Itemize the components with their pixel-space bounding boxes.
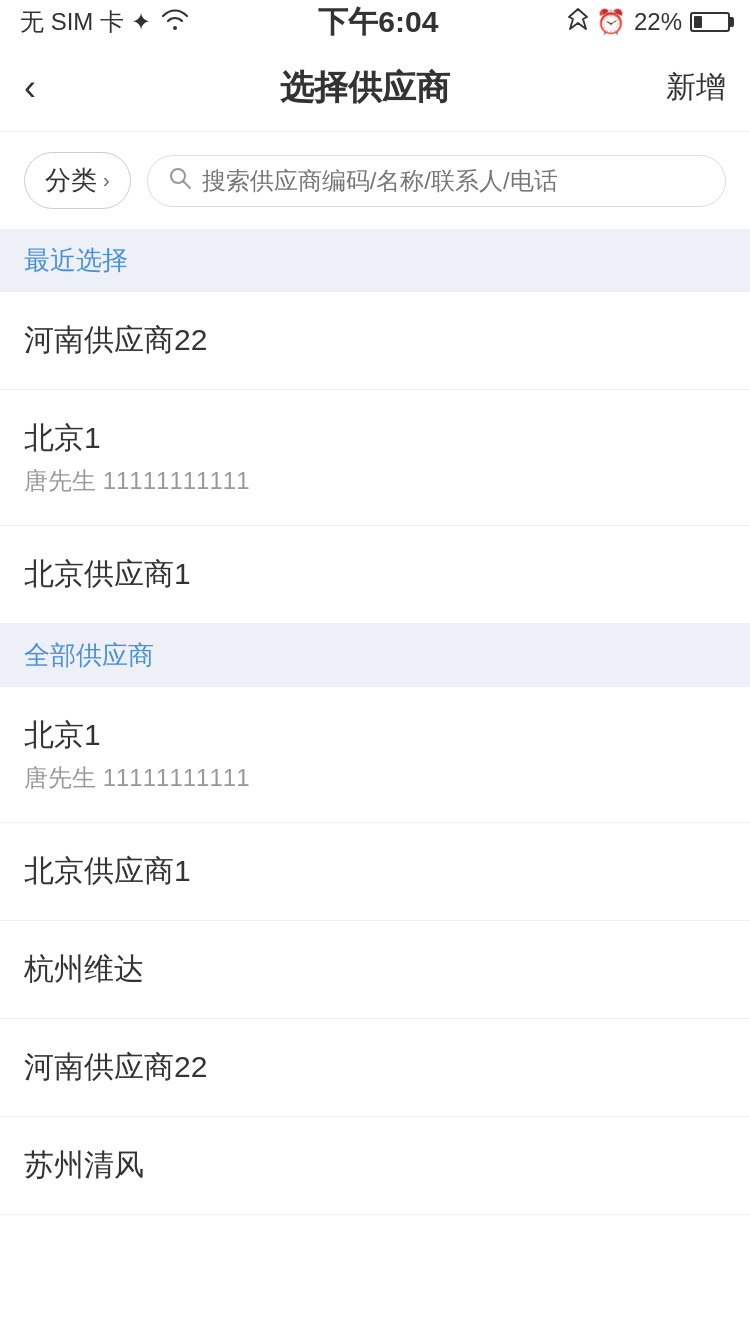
page-title: 选择供应商 (280, 65, 450, 111)
list-item[interactable]: 杭州维达 (0, 921, 750, 1019)
location-icon (568, 8, 588, 36)
no-sim-label: 无 SIM 卡 ✦ (20, 6, 151, 38)
list-item[interactable]: 河南供应商22 (0, 292, 750, 390)
item-sub: 唐先生 11111111111 (24, 465, 726, 497)
chevron-right-icon: › (103, 169, 110, 192)
svg-line-1 (183, 181, 190, 188)
item-name: 北京供应商1 (24, 554, 726, 595)
list-item[interactable]: 北京1 唐先生 11111111111 (0, 390, 750, 526)
status-bar-right: ⏰ 22% (568, 8, 730, 36)
wifi-icon (161, 8, 189, 36)
list-item[interactable]: 河南供应商22 (0, 1019, 750, 1117)
list-item[interactable]: 北京1 唐先生 11111111111 (0, 687, 750, 823)
status-bar: 无 SIM 卡 ✦ 下午6:04 ⏰ 22% (0, 0, 750, 44)
supplier-list: 最近选择河南供应商22 北京1 唐先生 11111111111 北京供应商1 全部供应商… (0, 229, 750, 1215)
back-button[interactable]: ‹ (24, 67, 84, 109)
item-name: 北京1 (24, 715, 726, 756)
nav-bar: ‹ 选择供应商 新增 (0, 44, 750, 132)
search-input[interactable] (202, 167, 705, 195)
item-name: 北京供应商1 (24, 851, 726, 892)
search-box (147, 155, 726, 207)
alarm-icon: ⏰ (596, 8, 626, 36)
filter-bar: 分类 › (0, 132, 750, 229)
battery-icon (690, 12, 730, 32)
battery-percent: 22% (634, 8, 682, 36)
category-button[interactable]: 分类 › (24, 152, 131, 209)
item-name: 苏州清风 (24, 1145, 726, 1186)
item-sub: 唐先生 11111111111 (24, 762, 726, 794)
search-icon (168, 166, 192, 196)
list-item[interactable]: 苏州清风 (0, 1117, 750, 1215)
item-name: 北京1 (24, 418, 726, 459)
list-item[interactable]: 北京供应商1 (0, 526, 750, 624)
status-bar-left: 无 SIM 卡 ✦ (20, 6, 189, 38)
item-name: 河南供应商22 (24, 1047, 726, 1088)
item-name: 杭州维达 (24, 949, 726, 990)
status-bar-time: 下午6:04 (318, 2, 438, 43)
section-header-all: 全部供应商 (0, 624, 750, 687)
list-item[interactable]: 北京供应商1 (0, 823, 750, 921)
category-label: 分类 (45, 163, 97, 198)
add-button[interactable]: 新增 (646, 67, 726, 108)
section-header-recent: 最近选择 (0, 229, 750, 292)
item-name: 河南供应商22 (24, 320, 726, 361)
